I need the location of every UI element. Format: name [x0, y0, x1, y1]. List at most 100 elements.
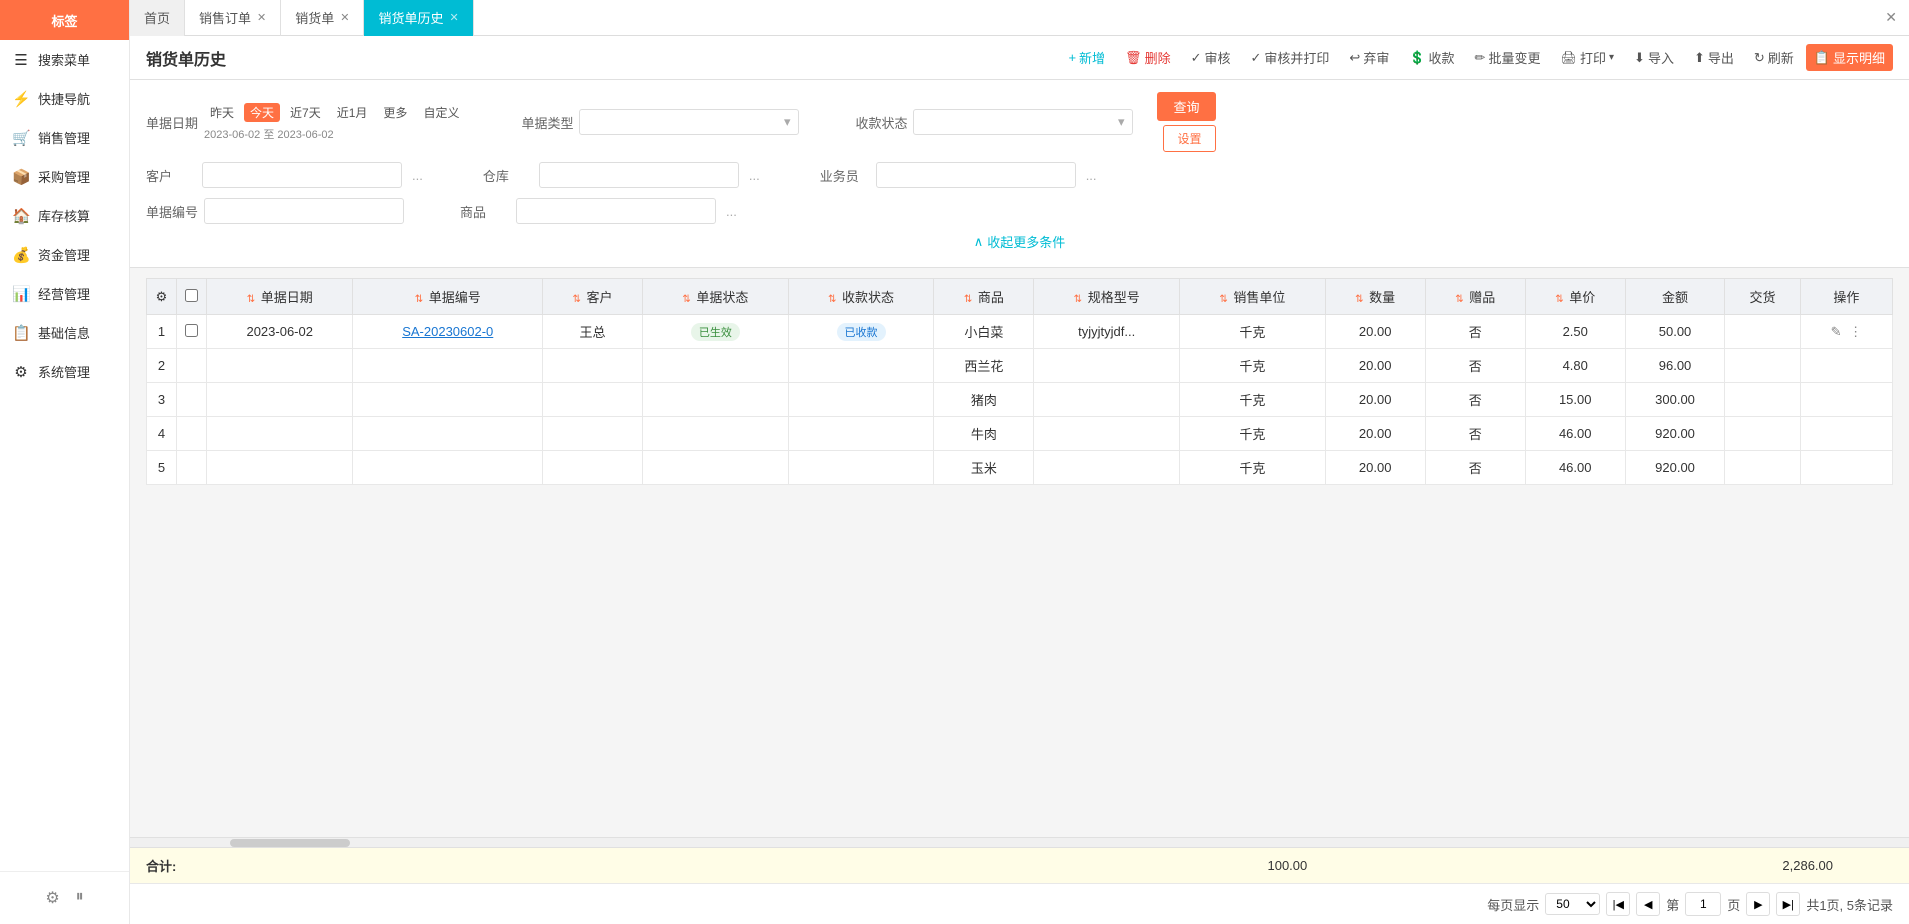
batch-change-button[interactable]: ✏ 批量变更	[1467, 44, 1549, 71]
date-tag-yesterday[interactable]: 昨天	[204, 103, 240, 122]
receive-icon: 💲	[1409, 50, 1425, 66]
col-date[interactable]: ⇅ 单据日期	[207, 279, 353, 315]
date-tag-today[interactable]: 今天	[244, 103, 280, 122]
goods-dots[interactable]: ...	[722, 202, 741, 221]
export-button[interactable]: ⬆ 导出	[1686, 44, 1742, 71]
customer-input[interactable]	[202, 162, 402, 188]
col-gift[interactable]: ⇅ 赠品	[1425, 279, 1525, 315]
current-page-input[interactable]	[1685, 892, 1721, 916]
tab-bar-close[interactable]: ✕	[1873, 9, 1909, 26]
delete-button[interactable]: 🗑 删除	[1117, 44, 1179, 71]
page-size-select[interactable]: 20 50 100	[1545, 893, 1600, 915]
edit-op-btn[interactable]: ✎	[1829, 324, 1844, 339]
query-button[interactable]: 查询	[1157, 92, 1215, 121]
date-tag-7days[interactable]: 近7天	[284, 103, 327, 122]
col-doc-status[interactable]: ⇅ 单据状态	[643, 279, 789, 315]
next-page-btn[interactable]: ▶	[1746, 892, 1770, 916]
tab-sales-goods[interactable]: 销货单 ✕	[281, 0, 364, 36]
receive-button[interactable]: 💲 收款	[1401, 44, 1462, 71]
tab-home[interactable]: 首页	[130, 0, 185, 36]
sidebar-item-purchase-mgmt[interactable]: 📦 采购管理	[0, 157, 129, 196]
cell-ops	[1800, 383, 1892, 417]
page-size-label: 每页显示	[1487, 895, 1539, 914]
cell-customer	[543, 451, 643, 485]
tab-sales-history[interactable]: 销货单历史 ✕	[364, 0, 473, 36]
print-button[interactable]: 🖨 打印 ▾	[1552, 44, 1622, 71]
col-unit[interactable]: ⇅ 销售单位	[1180, 279, 1326, 315]
sidebar-item-label: 资金管理	[38, 245, 90, 264]
row-checkbox[interactable]	[185, 324, 198, 337]
cell-rowno: 1	[147, 315, 177, 349]
scrollbar-thumb[interactable]	[230, 839, 350, 847]
first-page-btn[interactable]: |◀	[1606, 892, 1630, 916]
warehouse-dots[interactable]: ...	[745, 166, 764, 185]
pause-icon[interactable]: ⏸	[76, 888, 84, 908]
settings-icon[interactable]: ⚙	[45, 888, 59, 908]
sidebar-item-sys-mgmt[interactable]: ⚙ 系统管理	[0, 352, 129, 391]
audit-print-button[interactable]: ✓ 审核并打印	[1243, 44, 1338, 71]
tab-sales-history-close[interactable]: ✕	[450, 11, 459, 24]
salesperson-input[interactable]	[876, 162, 1076, 188]
tab-sales-goods-close[interactable]: ✕	[340, 11, 349, 24]
date-tag-more[interactable]: 更多	[377, 103, 413, 122]
pay-status-label: 收款状态	[855, 113, 907, 132]
cell-docno	[353, 383, 543, 417]
col-gear[interactable]: ⚙	[147, 279, 177, 315]
col-ops: 操作	[1800, 279, 1892, 315]
col-qty[interactable]: ⇅ 数量	[1325, 279, 1425, 315]
quick-nav-icon: ⚡	[12, 90, 30, 108]
cell-ops	[1800, 417, 1892, 451]
customer-dots[interactable]: ...	[408, 166, 427, 185]
cell-amount: 920.00	[1625, 417, 1725, 451]
goods-input[interactable]	[516, 198, 716, 224]
collapse-more-btn[interactable]: ∧ 收起更多条件	[146, 228, 1893, 255]
sidebar-item-sales-mgmt[interactable]: 🛒 销售管理	[0, 118, 129, 157]
sidebar-item-basic-info[interactable]: 📋 基础信息	[0, 313, 129, 352]
col-price[interactable]: ⇅ 单价	[1525, 279, 1625, 315]
sidebar-item-finance-mgmt[interactable]: 💰 资金管理	[0, 235, 129, 274]
refresh-button[interactable]: ↻ 刷新	[1746, 44, 1802, 71]
col-goods[interactable]: ⇅ 商品	[934, 279, 1034, 315]
docno-input[interactable]	[204, 198, 404, 224]
last-page-btn[interactable]: ▶|	[1776, 892, 1800, 916]
sidebar-item-search-menu[interactable]: ☰ 搜索菜单	[0, 40, 129, 79]
select-all-checkbox[interactable]	[185, 289, 198, 302]
sort-icon-price: ⇅	[1555, 294, 1563, 305]
horizontal-scrollbar[interactable]	[130, 837, 1909, 847]
set-button[interactable]: 设置	[1163, 125, 1215, 152]
show-detail-button[interactable]: 📋 显示明细	[1806, 44, 1893, 71]
sidebar-item-inventory-calc[interactable]: 🏠 库存核算	[0, 196, 129, 235]
cell-qty: 20.00	[1325, 417, 1425, 451]
new-button[interactable]: + 新增	[1060, 44, 1113, 71]
doc-type-select[interactable]: ▾	[579, 109, 799, 135]
cell-ops: ✎ ⋮	[1800, 315, 1892, 349]
col-spec[interactable]: ⇅ 规格型号	[1034, 279, 1180, 315]
prev-page-btn[interactable]: ◀	[1636, 892, 1660, 916]
date-tag-1month[interactable]: 近1月	[331, 103, 374, 122]
sort-icon-paystatus: ⇅	[828, 294, 836, 305]
cell-docno[interactable]: SA-20230602-0	[353, 315, 543, 349]
cell-trade	[1725, 417, 1800, 451]
cell-gift: 否	[1425, 349, 1525, 383]
salesperson-dots[interactable]: ...	[1082, 166, 1101, 185]
abandon-button[interactable]: ↩ 弃审	[1341, 44, 1397, 71]
col-pay-status[interactable]: ⇅ 收款状态	[788, 279, 934, 315]
tab-sales-order-close[interactable]: ✕	[257, 11, 266, 24]
tab-sales-order[interactable]: 销售订单 ✕	[185, 0, 281, 36]
audit-button[interactable]: ✓ 审核	[1183, 44, 1239, 71]
gear-icon[interactable]: ⚙	[156, 289, 168, 304]
cell-price: 46.00	[1525, 451, 1625, 485]
cell-checkbox	[177, 349, 207, 383]
pay-status-select[interactable]: ▾	[913, 109, 1133, 135]
sidebar-item-biz-mgmt[interactable]: 📊 经营管理	[0, 274, 129, 313]
sort-icon-customer: ⇅	[573, 294, 581, 305]
cell-gift: 否	[1425, 417, 1525, 451]
sidebar-item-quick-nav[interactable]: ⚡ 快捷导航	[0, 79, 129, 118]
warehouse-input[interactable]	[539, 162, 739, 188]
import-button[interactable]: ⬇ 导入	[1626, 44, 1682, 71]
col-customer[interactable]: ⇅ 客户	[543, 279, 643, 315]
col-docno[interactable]: ⇅ 单据编号	[353, 279, 543, 315]
warehouse-label: 仓库	[483, 166, 533, 185]
more-op-btn[interactable]: ⋮	[1847, 324, 1864, 339]
date-tag-custom[interactable]: 自定义	[417, 103, 465, 122]
